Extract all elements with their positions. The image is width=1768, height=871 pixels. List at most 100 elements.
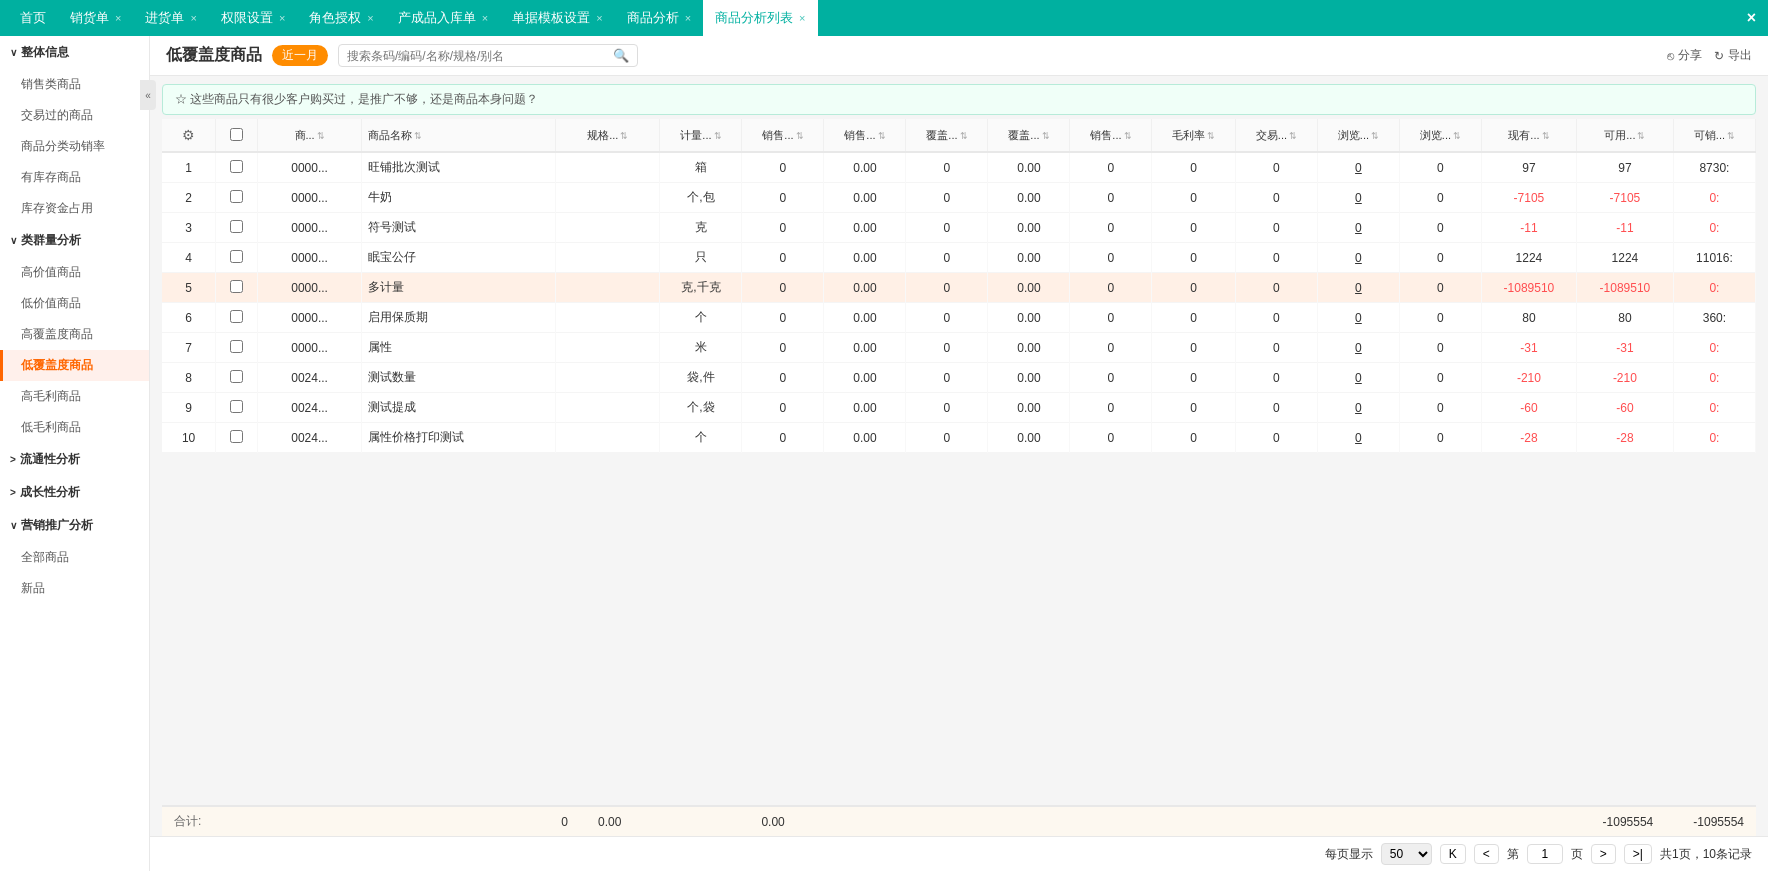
close-icon[interactable]: ×	[799, 12, 805, 24]
prev-page-button[interactable]: <	[1474, 844, 1499, 864]
first-page-button[interactable]: K	[1440, 844, 1466, 864]
sidebar-item-new-goods[interactable]: 新品	[0, 573, 149, 604]
row-sales-qty: 0	[742, 363, 824, 393]
row-cover1: 0	[906, 423, 988, 453]
nav-tab-template[interactable]: 单据模板设置 ×	[500, 0, 614, 36]
col-header-stock1[interactable]: 现有...⇅	[1481, 119, 1576, 152]
close-icon[interactable]: ×	[279, 12, 285, 24]
col-header-browse2[interactable]: 浏览...⇅	[1399, 119, 1481, 152]
browse-link[interactable]: 0	[1355, 431, 1362, 445]
nav-tab-permission[interactable]: 权限设置 ×	[209, 0, 297, 36]
row-checkbox[interactable]	[216, 213, 258, 243]
col-header-name[interactable]: 商品名称⇅	[362, 119, 556, 152]
nav-tab-sales[interactable]: 销货单 ×	[58, 0, 133, 36]
nav-tab-purchase[interactable]: 进货单 ×	[133, 0, 208, 36]
sidebar-section-circulation[interactable]: > 流通性分析	[0, 443, 149, 476]
col-header-gross[interactable]: 毛利率⇅	[1152, 119, 1235, 152]
sidebar-item-traded-goods[interactable]: 交易过的商品	[0, 100, 149, 131]
row-browse1[interactable]: 0	[1317, 363, 1399, 393]
sidebar-item-high-coverage[interactable]: 高覆盖度商品	[0, 319, 149, 350]
select-all-checkbox[interactable]	[230, 128, 243, 141]
sidebar-item-sales-goods[interactable]: 销售类商品	[0, 69, 149, 100]
row-browse1[interactable]: 0	[1317, 333, 1399, 363]
per-page-select[interactable]: 50 20 100	[1381, 843, 1432, 865]
sidebar-section-overall[interactable]: ∨ 整体信息	[0, 36, 149, 69]
col-header-unit[interactable]: 计量...⇅	[660, 119, 742, 152]
col-header-sales-amt[interactable]: 销售...⇅	[824, 119, 906, 152]
row-browse1[interactable]: 0	[1317, 183, 1399, 213]
browse-link[interactable]: 0	[1355, 311, 1362, 325]
row-checkbox[interactable]	[216, 303, 258, 333]
browse-link[interactable]: 0	[1355, 341, 1362, 355]
row-checkbox[interactable]	[216, 243, 258, 273]
sidebar-item-all-goods[interactable]: 全部商品	[0, 542, 149, 573]
col-header-avail[interactable]: 可用...⇅	[1576, 119, 1673, 152]
row-browse1[interactable]: 0	[1317, 152, 1399, 183]
browse-link[interactable]: 0	[1355, 371, 1362, 385]
row-sales-amt: 0.00	[824, 152, 906, 183]
col-header-sales-qty[interactable]: 销售...⇅	[742, 119, 824, 152]
sidebar-item-stock-goods[interactable]: 有库存商品	[0, 162, 149, 193]
col-header-browse1[interactable]: 浏览...⇅	[1317, 119, 1399, 152]
row-browse1[interactable]: 0	[1317, 243, 1399, 273]
last-page-button[interactable]: >|	[1624, 844, 1652, 864]
row-browse1[interactable]: 0	[1317, 423, 1399, 453]
row-browse1[interactable]: 0	[1317, 213, 1399, 243]
row-checkbox[interactable]	[216, 183, 258, 213]
close-all-button[interactable]: ×	[1747, 9, 1756, 27]
sidebar-section-growth[interactable]: > 成长性分析	[0, 476, 149, 509]
close-icon[interactable]: ×	[685, 12, 691, 24]
browse-link[interactable]: 0	[1355, 401, 1362, 415]
browse-link[interactable]: 0	[1355, 281, 1362, 295]
row-checkbox[interactable]	[216, 152, 258, 183]
sidebar-item-low-coverage[interactable]: 低覆盖度商品	[0, 350, 149, 381]
close-icon[interactable]: ×	[115, 12, 121, 24]
browse-link[interactable]: 0	[1355, 191, 1362, 205]
row-browse1[interactable]: 0	[1317, 393, 1399, 423]
col-header-sellable[interactable]: 可销...⇅	[1673, 119, 1755, 152]
col-header-checkbox[interactable]	[216, 119, 258, 152]
nav-tab-analysis-list[interactable]: 商品分析列表 ×	[703, 0, 817, 36]
sidebar-item-capital[interactable]: 库存资金占用	[0, 193, 149, 224]
row-checkbox[interactable]	[216, 393, 258, 423]
share-button[interactable]: ⎋ 分享	[1667, 47, 1702, 64]
close-icon[interactable]: ×	[367, 12, 373, 24]
row-checkbox[interactable]	[216, 363, 258, 393]
col-header-settings[interactable]: ⚙	[162, 119, 216, 152]
sidebar-item-high-profit[interactable]: 高毛利商品	[0, 381, 149, 412]
row-checkbox[interactable]	[216, 333, 258, 363]
search-input[interactable]	[347, 49, 613, 63]
col-header-cover2[interactable]: 覆盖...⇅	[988, 119, 1070, 152]
browse-link[interactable]: 0	[1355, 161, 1362, 175]
sidebar-item-low-profit[interactable]: 低毛利商品	[0, 412, 149, 443]
row-browse1[interactable]: 0	[1317, 303, 1399, 333]
page-number-input[interactable]	[1527, 844, 1563, 864]
nav-tab-role[interactable]: 角色授权 ×	[297, 0, 385, 36]
col-header-sales3[interactable]: 销售...⇅	[1070, 119, 1152, 152]
filter-button[interactable]: 近一月	[272, 45, 328, 66]
col-header-trade[interactable]: 交易...⇅	[1235, 119, 1317, 152]
next-page-button[interactable]: >	[1591, 844, 1616, 864]
row-checkbox[interactable]	[216, 273, 258, 303]
close-icon[interactable]: ×	[596, 12, 602, 24]
col-header-code[interactable]: 商...⇅	[257, 119, 361, 152]
sidebar-item-high-value[interactable]: 高价值商品	[0, 257, 149, 288]
nav-tab-home[interactable]: 首页	[8, 0, 58, 36]
close-icon[interactable]: ×	[482, 12, 488, 24]
row-checkbox[interactable]	[216, 423, 258, 453]
row-browse1[interactable]: 0	[1317, 273, 1399, 303]
row-stock1: -7105	[1481, 183, 1576, 213]
nav-tab-analysis[interactable]: 商品分析 ×	[615, 0, 703, 36]
col-header-spec[interactable]: 规格...⇅	[556, 119, 660, 152]
sidebar-item-low-value[interactable]: 低价值商品	[0, 288, 149, 319]
sidebar-section-marketing[interactable]: ∨ 营销推广分析	[0, 509, 149, 542]
sidebar-collapse-button[interactable]: «	[140, 80, 156, 110]
sidebar-section-cluster[interactable]: ∨ 类群量分析	[0, 224, 149, 257]
close-icon[interactable]: ×	[190, 12, 196, 24]
col-header-cover1[interactable]: 覆盖...⇅	[906, 119, 988, 152]
export-button[interactable]: ↻ 导出	[1714, 47, 1752, 64]
browse-link[interactable]: 0	[1355, 251, 1362, 265]
browse-link[interactable]: 0	[1355, 221, 1362, 235]
sidebar-item-category-rate[interactable]: 商品分类动销率	[0, 131, 149, 162]
nav-tab-product[interactable]: 产成品入库单 ×	[386, 0, 500, 36]
